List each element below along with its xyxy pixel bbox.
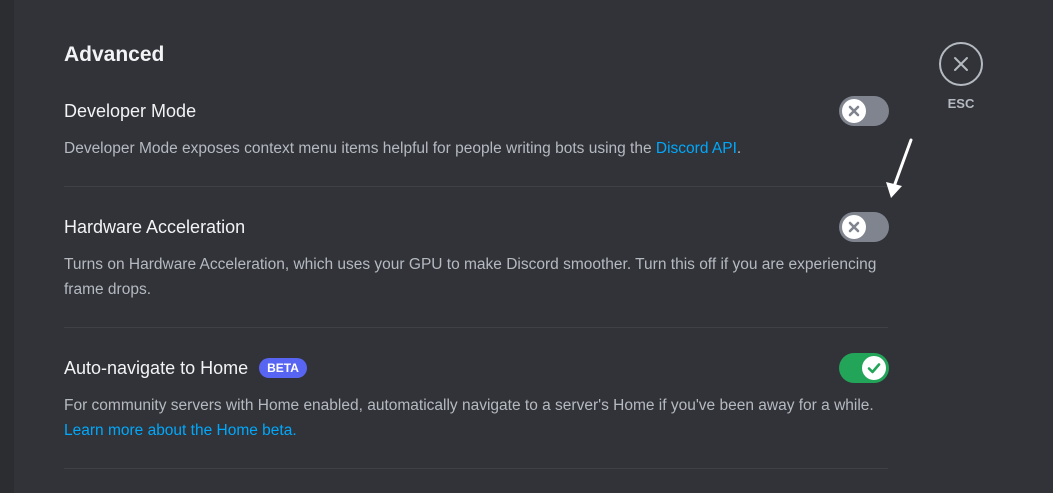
close-button[interactable] bbox=[939, 42, 983, 86]
description-text: Developer Mode exposes context menu item… bbox=[64, 140, 656, 157]
setting-description: Turns on Hardware Acceleration, which us… bbox=[64, 256, 877, 298]
setting-title: Auto-navigate to Home BETA bbox=[64, 356, 888, 380]
x-icon bbox=[848, 105, 860, 117]
setting-title: Developer Mode bbox=[64, 99, 888, 123]
divider bbox=[64, 327, 888, 328]
setting-title-text: Auto-navigate to Home bbox=[64, 358, 249, 378]
setting-developer-mode: Developer Mode Developer Mode exposes co… bbox=[64, 99, 888, 161]
page-title: Advanced bbox=[64, 43, 165, 66]
divider bbox=[64, 468, 888, 469]
x-icon bbox=[848, 221, 860, 233]
developer-mode-toggle[interactable] bbox=[839, 96, 889, 126]
check-icon bbox=[867, 363, 881, 374]
esc-label: ESC bbox=[947, 96, 975, 111]
divider bbox=[64, 186, 888, 187]
setting-title: Hardware Acceleration bbox=[64, 215, 888, 239]
setting-description: For community servers with Home enabled,… bbox=[64, 393, 888, 443]
beta-badge: BETA bbox=[259, 358, 307, 378]
description-suffix: . bbox=[736, 140, 742, 157]
description-text: For community servers with Home enabled,… bbox=[64, 397, 874, 414]
auto-navigate-toggle[interactable] bbox=[839, 353, 889, 383]
hardware-acceleration-toggle[interactable] bbox=[839, 212, 889, 242]
annotation-arrow-icon bbox=[886, 138, 913, 198]
sidebar-edge bbox=[0, 0, 14, 493]
discord-api-link[interactable]: Discord API bbox=[656, 140, 737, 157]
toggle-knob bbox=[842, 215, 866, 239]
setting-title-text: Developer Mode bbox=[64, 101, 197, 121]
toggle-knob bbox=[862, 356, 886, 380]
setting-description: Developer Mode exposes context menu item… bbox=[64, 136, 888, 161]
close-icon bbox=[954, 57, 968, 71]
home-beta-link[interactable]: Learn more about the Home beta. bbox=[64, 422, 297, 439]
setting-hardware-acceleration: Hardware Acceleration Turns on Hardware … bbox=[64, 215, 888, 302]
setting-auto-navigate-home: Auto-navigate to Home BETA For community… bbox=[64, 356, 888, 443]
toggle-knob bbox=[842, 99, 866, 123]
setting-title-text: Hardware Acceleration bbox=[64, 217, 246, 237]
